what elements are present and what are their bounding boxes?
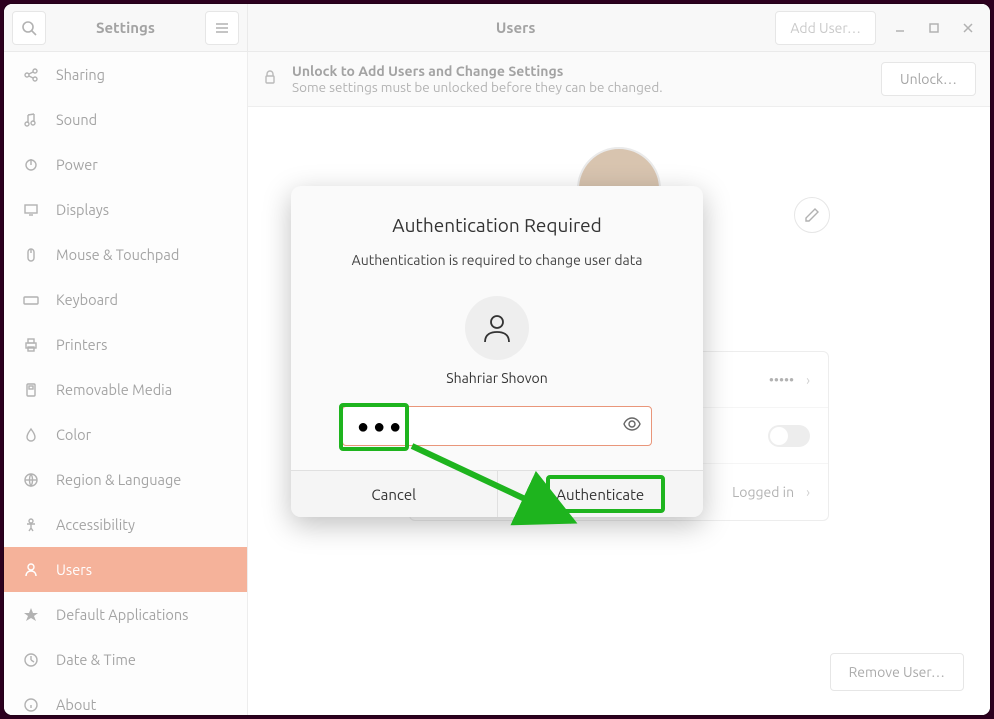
cancel-button[interactable]: Cancel	[291, 471, 497, 517]
settings-window: Settings Users Add User… Sharing Sound P…	[4, 4, 990, 715]
dialog-title: Authentication Required	[392, 214, 602, 236]
modal-overlay: Authentication Required Authentication i…	[4, 4, 990, 715]
dialog-actions: Cancel Authenticate	[291, 470, 703, 517]
person-icon	[479, 310, 515, 346]
password-field-wrap	[342, 406, 652, 446]
dialog-username: Shahriar Shovon	[446, 370, 547, 386]
reveal-password-button[interactable]	[623, 415, 641, 437]
password-input[interactable]	[353, 415, 623, 438]
dialog-avatar	[465, 296, 529, 360]
dialog-subtitle: Authentication is required to change use…	[352, 252, 643, 268]
eye-icon	[623, 415, 641, 433]
dialog-body: Authentication Required Authentication i…	[291, 186, 703, 470]
auth-dialog: Authentication Required Authentication i…	[291, 186, 703, 517]
authenticate-button[interactable]: Authenticate	[497, 471, 704, 517]
